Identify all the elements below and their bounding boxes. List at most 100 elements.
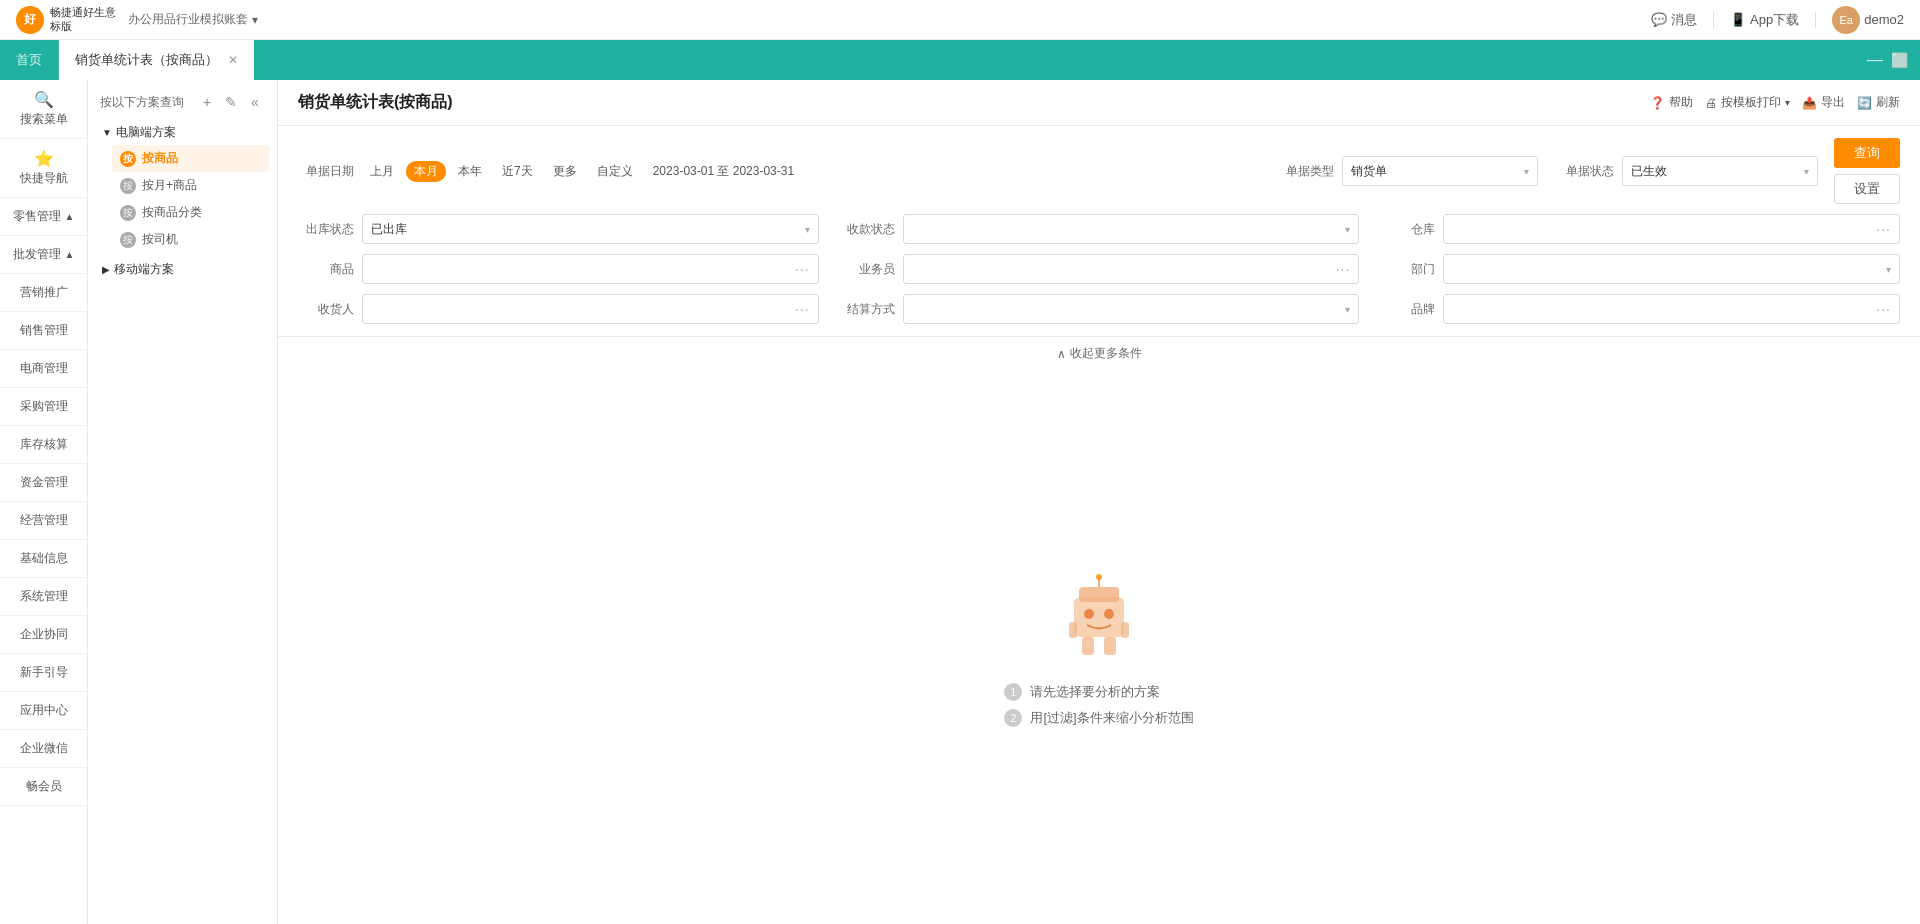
dept-label: 部门	[1379, 261, 1435, 278]
brand-label: 品牌	[1379, 301, 1435, 318]
help-button[interactable]: ❓ 帮助	[1650, 94, 1693, 111]
out-status-label: 出库状态	[298, 221, 354, 238]
export-button[interactable]: 📤 导出	[1802, 94, 1845, 111]
scheme-child-by-product[interactable]: 按 按商品	[112, 145, 269, 172]
date-filter-row: 上月 本月 本年 近7天 更多 自定义 2023-03-01 至 2023-03…	[362, 161, 1258, 182]
out-status-control[interactable]: 已出库 ▾	[362, 214, 819, 244]
message-button[interactable]: 💬 消息	[1651, 11, 1697, 29]
filter-payment: 结算方式 ▾	[839, 294, 1360, 324]
divider2	[1815, 12, 1816, 28]
query-buttons: 查询 设置	[1818, 138, 1900, 204]
print-icon: 🖨	[1705, 96, 1717, 110]
chevron-down-icon[interactable]: ▾	[252, 13, 258, 27]
brand-control[interactable]: ···	[1443, 294, 1900, 324]
ellipsis-icon5: ···	[1876, 301, 1891, 317]
sidebar-item-marketing[interactable]: 营销推广	[0, 274, 87, 312]
user-menu[interactable]: Ea demo2	[1832, 6, 1904, 34]
product-control[interactable]: ···	[362, 254, 819, 284]
ellipsis-icon3: ···	[1336, 261, 1351, 277]
sidebar-item-newbie[interactable]: 新手引导	[0, 654, 87, 692]
sidebar-item-apps[interactable]: 应用中心	[0, 692, 87, 730]
logo-area: 好 畅捷通好生意 标版	[16, 6, 116, 34]
payment-label: 结算方式	[839, 301, 895, 318]
print-button[interactable]: 🖨 按模板打印 ▾	[1705, 94, 1790, 111]
sidebar-item-finance[interactable]: 资金管理	[0, 464, 87, 502]
filter-out-status: 出库状态 已出库 ▾	[298, 214, 819, 244]
svg-rect-6	[1082, 637, 1094, 655]
scheme-icon-by-month: 按	[120, 178, 136, 194]
sidebar-item-purchase[interactable]: 采购管理	[0, 388, 87, 426]
export-icon: 📤	[1802, 96, 1817, 110]
maximize-icon[interactable]: ⬜	[1891, 52, 1908, 68]
scheme-child-by-store[interactable]: 按 按司机	[112, 226, 269, 253]
sidebar-item-corp[interactable]: 企业协同	[0, 616, 87, 654]
filter-warehouse: 仓库 ···	[1379, 214, 1900, 244]
date-custom-btn[interactable]: 自定义	[589, 161, 641, 182]
doc-status-control[interactable]: 已生效 ▾	[1622, 156, 1818, 186]
chevron-down-icon8: ▾	[1886, 264, 1891, 275]
receiver-control[interactable]: ···	[362, 294, 819, 324]
sidebar-item-wechat[interactable]: 企业微信	[0, 730, 87, 768]
dept-control[interactable]: ▾	[1443, 254, 1900, 284]
sidebar-item-wholesale[interactable]: 批发管理 ▲	[0, 236, 87, 274]
scheme-group-pc-header[interactable]: ▼ 电脑端方案	[96, 120, 269, 145]
scheme-child-by-category[interactable]: 按 按商品分类	[112, 199, 269, 226]
app-download-button[interactable]: 📱 App下载	[1730, 11, 1799, 29]
empty-state: 1 请先选择要分析的方案 2 用[过滤]条件来缩小分析范围	[278, 370, 1920, 924]
page-header: 销货单统计表(按商品) ❓ 帮助 🖨 按模板打印 ▾ 📤	[278, 80, 1920, 126]
scheme-children-pc: 按 按商品 按 按月+商品 按 按商品分类 按	[96, 145, 269, 253]
product-label: 商品	[298, 261, 354, 278]
add-scheme-button[interactable]: +	[197, 92, 217, 112]
sidebar-item-stock[interactable]: 库存核算	[0, 426, 87, 464]
doc-status-label: 单据状态	[1558, 163, 1614, 180]
date-last-month-btn[interactable]: 上月	[362, 161, 402, 182]
date-this-year-btn[interactable]: 本年	[450, 161, 490, 182]
tab-sales-stat[interactable]: 销货单统计表（按商品） ✕	[59, 40, 254, 80]
avatar: Ea	[1832, 6, 1860, 34]
sidebar-item-system[interactable]: 系统管理	[0, 578, 87, 616]
scheme-child-by-month-product[interactable]: 按 按月+商品	[112, 172, 269, 199]
staff-control[interactable]: ···	[903, 254, 1360, 284]
sidebar-item-member[interactable]: 畅会员	[0, 768, 87, 806]
main-layout: 🔍 搜索菜单 ⭐ 快捷导航 零售管理 ▲ 批发管理 ▲ 营销推广 销售管理 电商…	[0, 80, 1920, 924]
expand-icon2: ▲	[65, 249, 75, 260]
sidebar-item-search[interactable]: 🔍 搜索菜单	[0, 80, 87, 139]
collapse-bar[interactable]: ∧ 收起更多条件	[278, 336, 1920, 370]
query-button[interactable]: 查询	[1834, 138, 1900, 168]
tip-num-1: 1	[1004, 683, 1022, 701]
refresh-button[interactable]: 🔄 刷新	[1857, 94, 1900, 111]
doc-type-label: 单据类型	[1278, 163, 1334, 180]
sidebar-item-retail[interactable]: 零售管理 ▲	[0, 198, 87, 236]
sidebar-item-base[interactable]: 基础信息	[0, 540, 87, 578]
date-this-month-btn[interactable]: 本月	[406, 161, 446, 182]
payment-control[interactable]: ▾	[903, 294, 1360, 324]
tab-close-icon[interactable]: ✕	[228, 53, 238, 67]
topbar-left: 好 畅捷通好生意 标版 办公用品行业模拟账套 ▾	[16, 6, 258, 34]
main-content: 销货单统计表(按商品) ❓ 帮助 🖨 按模板打印 ▾ 📤	[278, 80, 1920, 924]
content-area: 按以下方案查询 + ✎ « ▼ 电脑端方案 按 按商品	[88, 80, 1920, 924]
svg-point-2	[1084, 609, 1094, 619]
edit-scheme-button[interactable]: ✎	[221, 92, 241, 112]
sidebar-item-sales[interactable]: 销售管理	[0, 312, 87, 350]
date-7days-btn[interactable]: 近7天	[494, 161, 541, 182]
collapse-scheme-button[interactable]: «	[245, 92, 265, 112]
minimize-icon[interactable]: —	[1867, 51, 1883, 69]
tab-home[interactable]: 首页	[0, 40, 59, 80]
settings-button[interactable]: 设置	[1834, 174, 1900, 204]
doc-type-control[interactable]: 销货单 ▾	[1342, 156, 1538, 186]
sidebar-item-ecom[interactable]: 电商管理	[0, 350, 87, 388]
sidebar-item-ops[interactable]: 经营管理	[0, 502, 87, 540]
logo-icon: 好	[16, 6, 44, 34]
filter-dept: 部门 ▾	[1379, 254, 1900, 284]
recv-status-control[interactable]: ▾	[903, 214, 1360, 244]
scheme-group-mobile-header[interactable]: ▶ 移动端方案	[96, 257, 269, 282]
logo-text: 畅捷通好生意 标版	[50, 6, 116, 32]
recv-status-label: 收款状态	[839, 221, 895, 238]
filter-row-2: 出库状态 已出库 ▾ 收款状态 ▾ 仓库	[298, 214, 1900, 244]
date-more-btn[interactable]: 更多	[545, 161, 585, 182]
scheme-actions: + ✎ «	[197, 92, 265, 112]
sidebar-item-quick[interactable]: ⭐ 快捷导航	[0, 139, 87, 198]
date-range: 2023-03-01 至 2023-03-31	[653, 163, 794, 180]
warehouse-control[interactable]: ···	[1443, 214, 1900, 244]
chevron-down-icon3: ▼	[102, 127, 112, 138]
